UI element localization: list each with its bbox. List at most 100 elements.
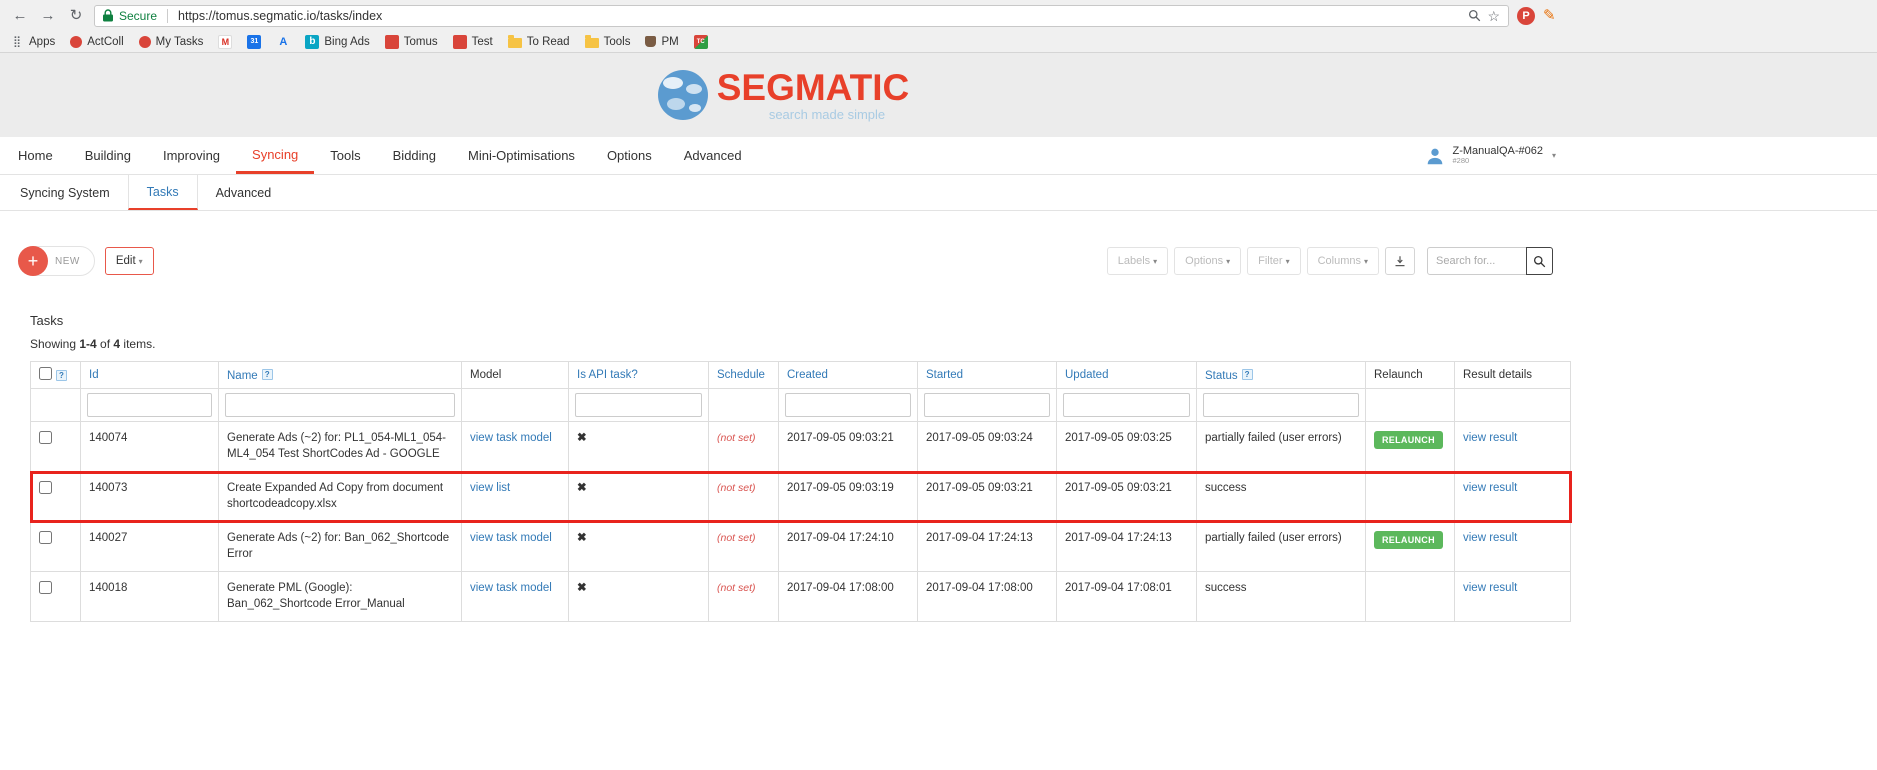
nav-item-advanced[interactable]: Advanced: [668, 137, 758, 174]
cell-created: 2017-09-04 17:24:10: [778, 521, 918, 573]
user-menu[interactable]: Z-ManualQA-#062 #280 ▾: [1424, 137, 1556, 174]
bookmark-to-read[interactable]: To Read: [507, 35, 570, 48]
nav-item-mini-optimisations[interactable]: Mini-Optimisations: [452, 137, 591, 174]
export-download-button[interactable]: [1385, 247, 1415, 275]
view-result-link[interactable]: view result: [1463, 482, 1517, 494]
cell-select: [30, 420, 81, 473]
back-icon[interactable]: ←: [10, 8, 30, 23]
model-link[interactable]: view task model: [470, 532, 552, 544]
subnav-item-tasks[interactable]: Tasks: [127, 175, 198, 210]
nav-item-building[interactable]: Building: [69, 137, 147, 174]
bookmark-bing-ads[interactable]: b Bing Ads: [305, 34, 370, 49]
relaunch-button[interactable]: RELAUNCH: [1374, 531, 1443, 550]
column-label[interactable]: Name: [227, 370, 258, 382]
column-label[interactable]: Started: [926, 369, 963, 381]
extension-pencil-icon[interactable]: ✎: [1543, 8, 1556, 23]
filter-input-status[interactable]: [1203, 393, 1359, 417]
extension-p-icon[interactable]: P: [1517, 6, 1535, 25]
filter-dropdown-button[interactable]: Filter ▾: [1247, 247, 1301, 275]
nav-item-improving[interactable]: Improving: [147, 137, 236, 174]
help-icon[interactable]: ?: [1241, 368, 1253, 380]
secure-label: Secure: [119, 8, 158, 23]
filter-input-updated[interactable]: [1063, 393, 1190, 417]
row-checkbox[interactable]: [39, 581, 52, 595]
folder-icon: [507, 35, 522, 48]
model-link[interactable]: view task model: [470, 432, 552, 444]
task-row-140027: 140027 Generate Ads (~2) for: Ban_062_Sho…: [30, 521, 1571, 573]
view-result-link[interactable]: view result: [1463, 582, 1517, 594]
filter-input-id[interactable]: [87, 393, 212, 417]
filter-input-name[interactable]: [225, 393, 455, 417]
column-label[interactable]: Status: [1205, 370, 1238, 382]
labels-dropdown-button[interactable]: Labels ▾: [1106, 247, 1169, 275]
address-divider: [167, 8, 169, 23]
zoom-icon[interactable]: [1468, 9, 1481, 22]
view-result-link[interactable]: view result: [1463, 532, 1517, 544]
search-icon: [1533, 255, 1546, 267]
dropdown-label: Labels: [1117, 255, 1151, 267]
options-dropdown-button[interactable]: Options ▾: [1174, 247, 1242, 275]
view-result-link[interactable]: view result: [1463, 432, 1517, 444]
column-label[interactable]: Updated: [1065, 369, 1108, 381]
row-checkbox[interactable]: [39, 531, 52, 545]
nav-item-syncing[interactable]: Syncing: [236, 137, 315, 174]
bookmark-pm[interactable]: PM: [645, 36, 679, 48]
column-label[interactable]: Id: [89, 369, 99, 381]
column-header-updated[interactable]: Updated: [1056, 361, 1197, 389]
column-header-started[interactable]: Started: [917, 361, 1057, 389]
column-label[interactable]: Is API task?: [577, 369, 638, 381]
nav-item-bidding[interactable]: Bidding: [377, 137, 452, 174]
bookmark-calendar[interactable]: 31: [247, 34, 262, 49]
model-link[interactable]: view list: [470, 482, 510, 494]
select-all-checkbox[interactable]: [39, 367, 52, 380]
bookmark-apps[interactable]: ⣿ Apps: [10, 35, 55, 49]
column-header-status[interactable]: Status?: [1196, 361, 1366, 389]
bookmark-a[interactable]: A: [276, 35, 290, 49]
bookmarks-bar: ⣿ Apps ActColl My Tasks M 31 Ab Bing Ads Tomus Te…: [0, 31, 1877, 53]
relaunch-button[interactable]: RELAUNCH: [1374, 431, 1443, 449]
column-label[interactable]: Created: [787, 369, 828, 381]
column-label: Relaunch: [1374, 369, 1423, 381]
model-link[interactable]: view task model: [470, 582, 552, 594]
bookmark-tomus[interactable]: Tomus: [384, 34, 438, 49]
refresh-icon[interactable]: ↻: [66, 8, 86, 23]
row-checkbox[interactable]: [39, 481, 52, 495]
column-label[interactable]: Schedule: [717, 369, 765, 381]
forward-icon[interactable]: →: [38, 8, 58, 23]
new-button[interactable]: + NEW: [18, 246, 95, 276]
nav-item-options[interactable]: Options: [591, 137, 668, 174]
column-header-created[interactable]: Created: [778, 361, 918, 389]
cell-started: 2017-09-04 17:08:00: [917, 571, 1057, 623]
bookmark-tc[interactable]: TC: [693, 34, 708, 49]
filter-input-created[interactable]: [785, 393, 911, 417]
nav-item-tools[interactable]: Tools: [314, 137, 376, 174]
search-input[interactable]: [1427, 247, 1527, 275]
edit-dropdown-button[interactable]: Edit ▾: [104, 247, 154, 275]
bookmark-star-icon[interactable]: ☆: [1487, 9, 1500, 23]
column-header-name[interactable]: Name?: [218, 361, 462, 389]
filter-input-started[interactable]: [924, 393, 1050, 417]
segmatic-logo[interactable]: SEGMATIC search made simple: [657, 69, 909, 122]
bookmark-tools[interactable]: Tools: [584, 35, 630, 48]
bookmark-gmail[interactable]: M: [218, 34, 233, 49]
subnav-item-advanced[interactable]: Advanced: [198, 175, 290, 210]
column-header-is-api[interactable]: Is API task?: [568, 361, 709, 389]
bookmark-my-tasks[interactable]: My Tasks: [138, 35, 203, 48]
column-label: Model: [470, 369, 502, 381]
bookmark-test[interactable]: Test: [452, 34, 493, 49]
subnav-item-syncing-system[interactable]: Syncing System: [2, 175, 128, 210]
cell-updated: 2017-09-05 09:03:25: [1056, 420, 1197, 473]
row-checkbox[interactable]: [39, 431, 52, 444]
bookmark-actcoll[interactable]: ActColl: [70, 35, 124, 48]
column-header-id[interactable]: Id: [80, 361, 219, 389]
filter-input-is-api[interactable]: [575, 393, 702, 417]
bookmark-label: Bing Ads: [324, 35, 370, 48]
help-icon[interactable]: ?: [261, 368, 273, 380]
nav-item-home[interactable]: Home: [2, 137, 69, 174]
help-icon[interactable]: ?: [56, 370, 67, 381]
search-button[interactable]: [1526, 247, 1553, 275]
columns-dropdown-button[interactable]: Columns ▾: [1306, 247, 1379, 275]
address-bar[interactable]: Secure https://tomus.segmatic.io/tasks/i…: [94, 4, 1509, 27]
column-header-schedule[interactable]: Schedule: [708, 361, 779, 389]
cell-schedule: (not set): [708, 571, 779, 623]
